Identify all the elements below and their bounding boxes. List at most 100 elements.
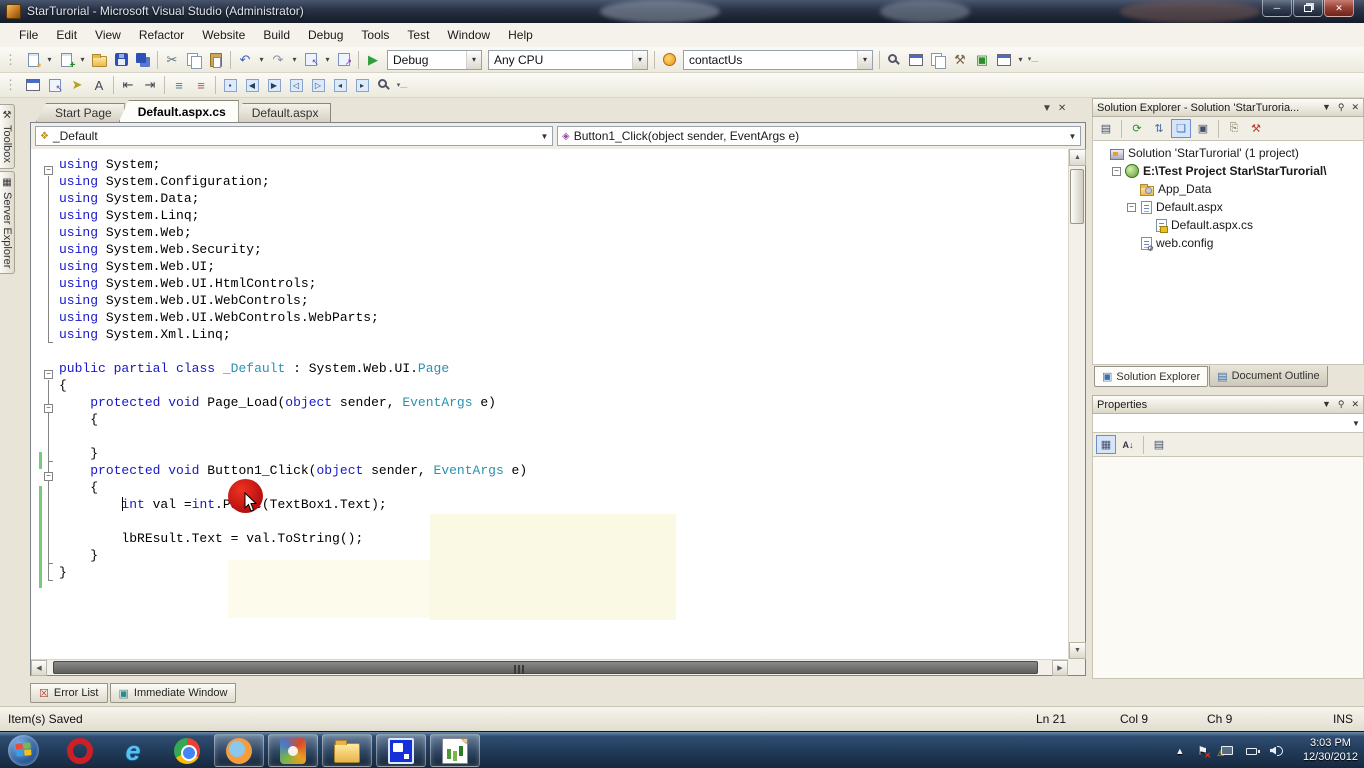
fold-toggle-icon[interactable]: − <box>44 370 53 379</box>
tab-default-aspx[interactable]: Default.aspx <box>233 103 332 122</box>
toolbar-overflow-icon[interactable]: ▾＿ <box>395 75 409 95</box>
copy-icon[interactable] <box>183 50 205 70</box>
next-bookmark-folder-icon[interactable]: ▷ <box>307 75 329 95</box>
restore-button[interactable] <box>1293 0 1323 17</box>
minimize-button[interactable]: ─ <box>1262 0 1292 17</box>
clear-bookmarks-icon[interactable] <box>373 75 395 95</box>
fold-toggle-icon[interactable]: − <box>44 472 53 481</box>
code-line-25[interactable]: } <box>59 564 67 581</box>
properties-window-icon[interactable] <box>905 50 927 70</box>
tab-start-page[interactable]: Start Page <box>36 103 125 122</box>
navigate-backward-icon[interactable] <box>300 50 322 70</box>
properties-grid[interactable] <box>1092 457 1364 679</box>
volume-icon[interactable] <box>1270 747 1276 755</box>
code-line-8[interactable]: using System.Web.UI.HtmlControls; <box>59 275 316 292</box>
code-line-23[interactable]: lbREsult.Text = val.ToString(); <box>59 530 363 547</box>
code-line-14[interactable]: { <box>59 377 67 394</box>
scroll-down-icon[interactable]: ▼ <box>1069 642 1086 659</box>
copy-web-site-icon[interactable]: ⎘ <box>1224 119 1244 138</box>
code-line-2[interactable]: using System.Configuration; <box>59 173 270 190</box>
dropdown-arrow-icon[interactable]: ▾ <box>77 50 88 70</box>
code-line-6[interactable]: using System.Web.Security; <box>59 241 262 258</box>
previous-bookmark-folder-icon[interactable]: ◁ <box>285 75 307 95</box>
taskbar-display-settings-icon[interactable] <box>376 734 426 767</box>
dropdown-arrow-icon[interactable]: ▾ <box>1015 50 1026 70</box>
solution-platforms-combo[interactable]: Any CPU▾ <box>488 50 648 70</box>
new-project-icon[interactable] <box>22 50 44 70</box>
menu-help[interactable]: Help <box>499 23 542 47</box>
previous-bookmark-doc-icon[interactable]: ◂ <box>329 75 351 95</box>
close-icon[interactable]: ✕ <box>1351 102 1359 113</box>
tree-item-web-config[interactable]: web.config <box>1093 234 1363 252</box>
display-member-list-icon[interactable] <box>22 75 44 95</box>
panel-tab-solution-explorer[interactable]: ▣Solution Explorer <box>1094 366 1208 387</box>
code-pane[interactable]: − − − − using System;using System.Configura… <box>31 149 1068 659</box>
taskbar-chrome-icon[interactable] <box>162 734 212 767</box>
code-line-16[interactable]: { <box>59 411 98 428</box>
next-bookmark-icon[interactable]: ▶ <box>263 75 285 95</box>
taskbar-internet-explorer-icon[interactable]: e <box>108 734 158 767</box>
search-icon[interactable] <box>658 50 680 70</box>
add-new-item-icon[interactable] <box>55 50 77 70</box>
redo-icon[interactable]: ↷ <box>267 50 289 70</box>
start-button[interactable] <box>8 735 39 766</box>
toolbar-overflow-icon[interactable]: ▾＿ <box>1026 50 1040 70</box>
menu-refactor[interactable]: Refactor <box>130 23 193 47</box>
find-combo[interactable]: contactUs▾ <box>683 50 873 70</box>
menu-file[interactable]: File <box>10 23 47 47</box>
tool-tab-immediate-window[interactable]: ▣Immediate Window <box>110 683 237 703</box>
tree-item-default-aspx-cs[interactable]: Default.aspx.cs <box>1093 216 1363 234</box>
decrease-indent-icon[interactable]: ⇤ <box>117 75 139 95</box>
tree-item-default-aspx[interactable]: −Default.aspx <box>1093 198 1363 216</box>
object-browser-icon[interactable] <box>927 50 949 70</box>
code-line-5[interactable]: using System.Web; <box>59 224 192 241</box>
types-combo[interactable]: ❖ _Default ▼ <box>35 126 553 146</box>
code-line-1[interactable]: using System; <box>59 156 160 173</box>
vertical-scrollbar-thumb[interactable] <box>1070 169 1084 224</box>
code-line-19[interactable]: protected void Button1_Click(object send… <box>59 462 527 479</box>
find-in-files-icon[interactable] <box>883 50 905 70</box>
chevron-down-icon[interactable]: ▾ <box>632 51 647 69</box>
window-position-icon[interactable]: ▼ <box>1322 102 1331 113</box>
word-completion-icon[interactable]: A <box>88 75 110 95</box>
code-line-9[interactable]: using System.Web.UI.WebControls; <box>59 292 309 309</box>
horizontal-scrollbar[interactable]: ◀ ▶ <box>31 659 1068 675</box>
increase-indent-icon[interactable]: ⇥ <box>139 75 161 95</box>
dropdown-arrow-icon[interactable]: ▾ <box>256 50 267 70</box>
show-hidden-icons-icon[interactable]: ▲ <box>1175 746 1184 756</box>
refresh-icon[interactable]: ⟳ <box>1127 119 1147 138</box>
scroll-right-icon[interactable]: ▶ <box>1052 660 1068 676</box>
members-combo[interactable]: ◈ Button1_Click(object sender, EventArgs… <box>557 126 1081 146</box>
paste-icon[interactable] <box>205 50 227 70</box>
undo-icon[interactable]: ↶ <box>234 50 256 70</box>
open-file-icon[interactable] <box>88 50 110 70</box>
nest-related-files-icon[interactable]: ❏ <box>1171 119 1191 138</box>
action-center-icon[interactable]: ⚑✕ <box>1197 744 1208 758</box>
properties-header[interactable]: Properties ▼ ⚲ ✕ <box>1092 395 1364 414</box>
tree-expander-icon[interactable]: − <box>1112 167 1121 176</box>
alphabetical-icon[interactable]: A↓ <box>1118 435 1138 454</box>
taskbar-visual-studio-icon[interactable] <box>268 734 318 767</box>
properties-icon[interactable]: ▤ <box>1096 119 1116 138</box>
code-line-20[interactable]: { <box>59 479 98 496</box>
fold-toggle-icon[interactable]: − <box>44 404 53 413</box>
code-line-10[interactable]: using System.Web.UI.WebControls.WebParts… <box>59 309 379 326</box>
save-icon[interactable] <box>110 50 132 70</box>
code-line-3[interactable]: using System.Data; <box>59 190 199 207</box>
fold-toggle-icon[interactable]: − <box>44 166 53 175</box>
tree-item-solution-starturorial-1-project-[interactable]: Solution 'StarTurorial' (1 project) <box>1093 144 1363 162</box>
tab-default-aspx-cs[interactable]: Default.aspx.cs <box>119 100 239 122</box>
pin-icon[interactable]: ⚲ <box>1338 399 1345 410</box>
chevron-down-icon[interactable]: ▼ <box>1065 127 1080 145</box>
menu-window[interactable]: Window <box>438 23 499 47</box>
close-button[interactable]: ✕ <box>1324 0 1354 17</box>
dropdown-arrow-icon[interactable]: ▾ <box>44 50 55 70</box>
horizontal-scrollbar-thumb[interactable] <box>53 661 1038 674</box>
code-line-15[interactable]: protected void Page_Load(object sender, … <box>59 394 496 411</box>
network-icon[interactable]: ⚠ <box>1221 746 1233 755</box>
categorized-icon[interactable]: ▦ <box>1096 435 1116 454</box>
view-designer-icon[interactable]: ▣ <box>1193 119 1213 138</box>
properties-object-combo[interactable]: ▼ <box>1092 414 1364 433</box>
next-bookmark-doc-icon[interactable]: ▸ <box>351 75 373 95</box>
close-icon[interactable]: ✕ <box>1351 399 1359 410</box>
